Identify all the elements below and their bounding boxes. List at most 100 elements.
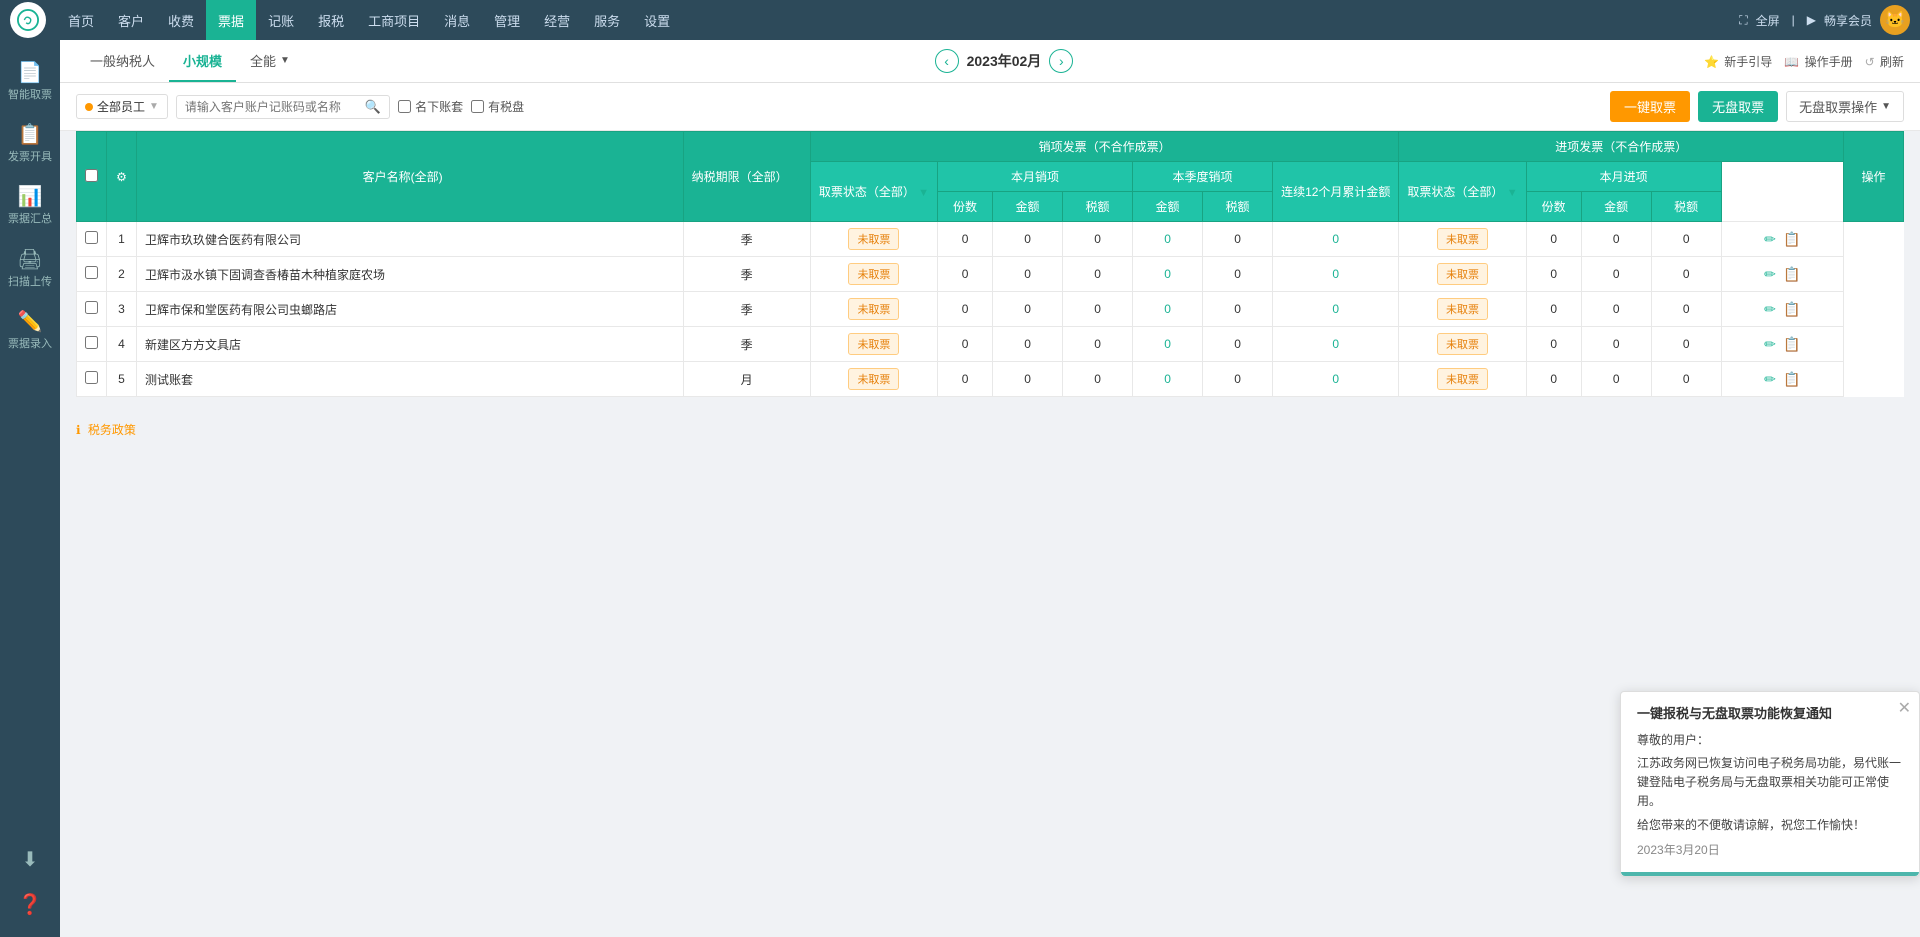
notification-popup: ✕ 一键报税与无盘取票功能恢复通知 尊敬的用户： 江苏政务网已恢复访问电子税务局…: [1620, 691, 1920, 877]
search-icon[interactable]: 🔍: [365, 99, 381, 115]
cumulative-12m-link[interactable]: 0: [1332, 232, 1339, 246]
edit-action-icon[interactable]: ✏: [1764, 231, 1776, 247]
s-quarter-amount-link[interactable]: 0: [1164, 302, 1171, 316]
row-cumulative-12m-cell: 0: [1273, 327, 1399, 362]
row-checkbox[interactable]: [85, 336, 98, 349]
refresh-button[interactable]: ↺ 刷新: [1865, 53, 1904, 70]
sidebar-item-summary[interactable]: 📊 票据汇总: [0, 174, 60, 236]
col-tax-period-header: 纳税期限（全部） ▼: [683, 132, 810, 222]
tax-disk-checkbox[interactable]: [471, 100, 484, 113]
detail-action-icon[interactable]: 📋: [1783, 336, 1800, 352]
row-checkbox[interactable]: [85, 231, 98, 244]
detail-action-icon[interactable]: 📋: [1783, 371, 1800, 387]
subaccount-checkbox-label[interactable]: 名下账套: [398, 98, 463, 115]
customer-filter-icon[interactable]: ▼: [446, 172, 457, 184]
period-display: 2023年02月: [967, 51, 1042, 71]
fetch-all-button[interactable]: 一键取票: [1610, 91, 1690, 122]
user-avatar[interactable]: 🐱: [1880, 5, 1910, 35]
nav-billing[interactable]: 收费: [156, 0, 206, 40]
sidebar-item-invoice-entry[interactable]: ✏️ 票据录入: [0, 299, 60, 361]
row-checkbox[interactable]: [85, 301, 98, 314]
purchase-fetch-status-badge: 未取票: [1437, 333, 1488, 355]
fullscreen-label[interactable]: 全屏: [1756, 12, 1780, 29]
row-checkbox[interactable]: [85, 371, 98, 384]
nav-customers[interactable]: 客户: [106, 0, 156, 40]
row-p-month-amount-cell: 0: [1581, 257, 1651, 292]
tab-general-taxpayer[interactable]: 一般纳税人: [76, 40, 169, 82]
period-prev-button[interactable]: ‹: [935, 49, 959, 73]
notification-close-button[interactable]: ✕: [1898, 698, 1911, 718]
s-quarter-amount-link[interactable]: 0: [1164, 372, 1171, 386]
tab-small-scale[interactable]: 小规模: [169, 40, 236, 82]
row-sales-fetch-status-cell: 未取票: [810, 257, 937, 292]
member-icon[interactable]: ▶: [1807, 13, 1816, 27]
s-quarter-amount-link[interactable]: 0: [1164, 337, 1171, 351]
s-quarter-amount-link[interactable]: 0: [1164, 267, 1171, 281]
select-all-checkbox[interactable]: [85, 169, 98, 182]
purchase-fetch-filter-icon[interactable]: ▼: [1507, 187, 1518, 199]
table-row: 1 卫辉市玖玖健合医药有限公司 季 未取票 0 0 0 0 0 0 未取票 0 …: [77, 222, 1904, 257]
tax-disk-checkbox-label[interactable]: 有税盘: [471, 98, 524, 115]
row-purchase-fetch-status-cell: 未取票: [1399, 292, 1526, 327]
row-checkbox-cell[interactable]: [77, 257, 107, 292]
row-sales-fetch-status-cell: 未取票: [810, 292, 937, 327]
nav-business[interactable]: 工商项目: [356, 0, 432, 40]
edit-action-icon[interactable]: ✏: [1764, 266, 1776, 282]
detail-action-icon[interactable]: 📋: [1783, 301, 1800, 317]
cumulative-12m-link[interactable]: 0: [1332, 267, 1339, 281]
refresh-label: 刷新: [1880, 55, 1904, 69]
detail-action-icon[interactable]: 📋: [1783, 266, 1800, 282]
search-input[interactable]: [185, 100, 365, 114]
no-disk-ops-button[interactable]: 无盘取票操作 ▼: [1786, 91, 1904, 122]
row-checkbox-cell[interactable]: [77, 292, 107, 327]
nav-bookkeeping[interactable]: 记账: [256, 0, 306, 40]
manual-button[interactable]: 📖 操作手册: [1784, 53, 1852, 70]
nav-operations[interactable]: 经营: [532, 0, 582, 40]
row-checkbox-cell[interactable]: [77, 362, 107, 397]
row-checkbox-cell[interactable]: [77, 222, 107, 257]
cumulative-12m-link[interactable]: 0: [1332, 337, 1339, 351]
sales-fetch-filter-icon[interactable]: ▼: [918, 187, 929, 199]
nav-right-actions: ⛶ 全屏 | ▶ 畅享会员 🐱: [1739, 5, 1910, 35]
sidebar-help[interactable]: ❓: [0, 882, 60, 927]
detail-action-icon[interactable]: 📋: [1783, 231, 1800, 247]
edit-action-icon[interactable]: ✏: [1764, 301, 1776, 317]
subaccount-checkbox[interactable]: [398, 100, 411, 113]
nav-settings[interactable]: 设置: [632, 0, 682, 40]
nav-services[interactable]: 服务: [582, 0, 632, 40]
settings-icon[interactable]: ⚙: [116, 170, 127, 184]
sidebar-item-smart-fetch[interactable]: 📄 智能取票: [0, 50, 60, 112]
fullscreen-icon[interactable]: ⛶: [1739, 13, 1747, 28]
nav-tax[interactable]: 报税: [306, 0, 356, 40]
tax-period-filter-icon[interactable]: ▼: [791, 172, 802, 184]
nav-messages[interactable]: 消息: [432, 0, 482, 40]
employee-select[interactable]: 全部员工 ▼: [76, 94, 168, 119]
row-s-month-copies-cell: 0: [938, 362, 993, 397]
purchase-fetch-status-badge: 未取票: [1437, 228, 1488, 250]
edit-action-icon[interactable]: ✏: [1764, 336, 1776, 352]
cumulative-12m-link[interactable]: 0: [1332, 372, 1339, 386]
row-tax-period-cell: 季: [683, 222, 810, 257]
row-actions-cell: ✏ 📋: [1721, 292, 1843, 327]
s-quarter-amount-link[interactable]: 0: [1164, 232, 1171, 246]
row-checkbox-cell[interactable]: [77, 327, 107, 362]
row-p-month-amount-cell: 0: [1581, 327, 1651, 362]
tax-policy-link[interactable]: 税务政策: [88, 423, 136, 437]
sidebar-download[interactable]: ⬇: [0, 837, 60, 882]
sidebar-item-scan-upload[interactable]: 🖨 扫描上传: [0, 237, 60, 299]
edit-action-icon[interactable]: ✏: [1764, 371, 1776, 387]
member-label[interactable]: 畅享会员: [1824, 12, 1872, 29]
nav-invoices[interactable]: 票据: [206, 0, 256, 40]
cumulative-12m-link[interactable]: 0: [1332, 302, 1339, 316]
tab-all-capable[interactable]: 全能 ▼: [236, 40, 304, 82]
nav-home[interactable]: 首页: [56, 0, 106, 40]
sidebar-item-invoice-issue[interactable]: 📋 发票开具: [0, 112, 60, 174]
row-s-quarter-amount-cell: 0: [1133, 222, 1203, 257]
nav-management[interactable]: 管理: [482, 0, 532, 40]
no-disk-fetch-button[interactable]: 无盘取票: [1698, 91, 1778, 122]
no-disk-ops-label: 无盘取票操作: [1799, 97, 1877, 116]
notification-content: 江苏政务网已恢复访问电子税务局功能，易代账一键登陆电子税务局与无盘取票相关功能可…: [1637, 754, 1903, 812]
guide-button[interactable]: ⭐ 新手引导: [1704, 53, 1772, 70]
period-next-button[interactable]: ›: [1049, 49, 1073, 73]
row-checkbox[interactable]: [85, 266, 98, 279]
